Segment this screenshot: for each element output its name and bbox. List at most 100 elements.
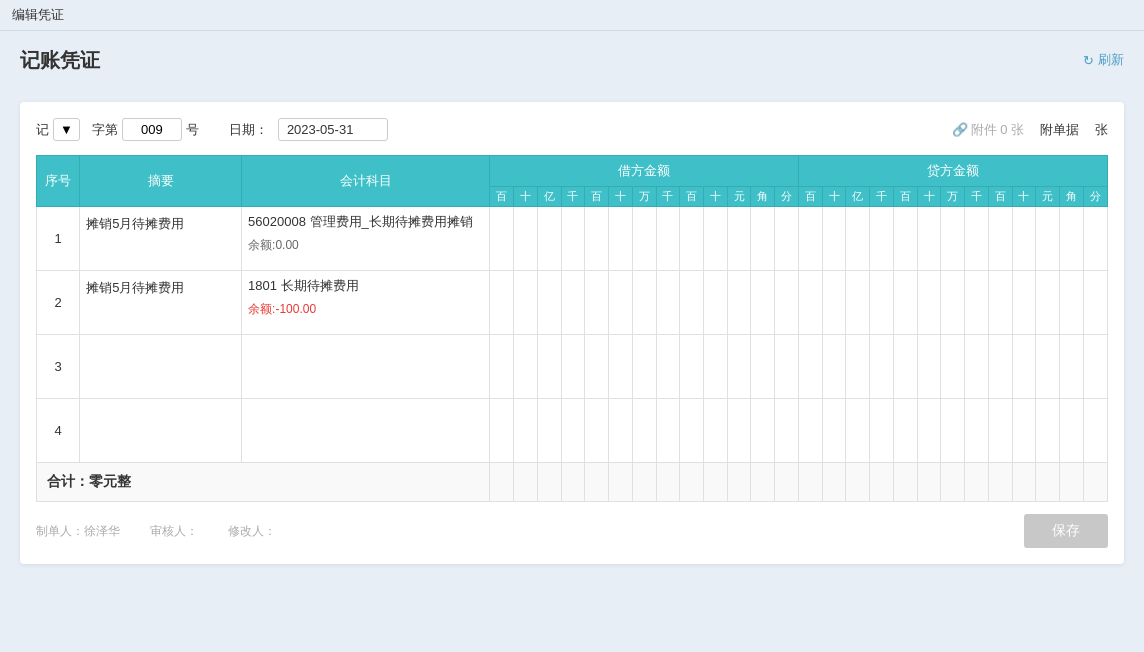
credit-cell[interactable]	[917, 335, 941, 399]
debit-cell[interactable]	[727, 335, 751, 399]
debit-cell[interactable]	[490, 207, 514, 271]
credit-cell[interactable]	[799, 207, 823, 271]
debit-cell[interactable]	[632, 335, 656, 399]
credit-cell[interactable]	[1012, 271, 1036, 335]
debit-cell[interactable]	[561, 207, 585, 271]
debit-cell[interactable]	[632, 271, 656, 335]
credit-cell[interactable]	[893, 399, 917, 463]
fudanju-btn[interactable]: 附单据	[1040, 121, 1079, 139]
debit-cell[interactable]	[751, 207, 775, 271]
debit-cell[interactable]	[751, 399, 775, 463]
credit-cell[interactable]	[1083, 271, 1107, 335]
debit-cell[interactable]	[632, 207, 656, 271]
debit-cell[interactable]	[775, 335, 799, 399]
attachment-link[interactable]: 🔗 附件 0 张	[952, 121, 1024, 139]
debit-cell[interactable]	[680, 399, 704, 463]
voucher-number-input[interactable]	[122, 118, 182, 141]
credit-cell[interactable]	[893, 207, 917, 271]
credit-cell[interactable]	[822, 335, 846, 399]
credit-cell[interactable]	[941, 271, 965, 335]
credit-cell[interactable]	[846, 335, 870, 399]
debit-cell[interactable]	[514, 271, 538, 335]
credit-cell[interactable]	[1012, 207, 1036, 271]
row-summary[interactable]	[80, 399, 242, 463]
credit-cell[interactable]	[799, 271, 823, 335]
credit-cell[interactable]	[941, 207, 965, 271]
debit-cell[interactable]	[656, 399, 680, 463]
credit-cell[interactable]	[1036, 399, 1060, 463]
row-summary[interactable]: 摊销5月待摊费用	[80, 271, 242, 335]
credit-cell[interactable]	[988, 271, 1012, 335]
debit-cell[interactable]	[680, 271, 704, 335]
credit-cell[interactable]	[1083, 335, 1107, 399]
debit-cell[interactable]	[537, 399, 561, 463]
credit-cell[interactable]	[870, 399, 894, 463]
credit-cell[interactable]	[917, 207, 941, 271]
credit-cell[interactable]	[1060, 271, 1084, 335]
credit-cell[interactable]	[941, 399, 965, 463]
credit-cell[interactable]	[1036, 207, 1060, 271]
debit-cell[interactable]	[727, 271, 751, 335]
row-summary[interactable]	[80, 335, 242, 399]
row-account[interactable]: 1801 长期待摊费用余额:-100.00	[242, 271, 490, 335]
debit-cell[interactable]	[609, 399, 633, 463]
debit-cell[interactable]	[537, 335, 561, 399]
debit-cell[interactable]	[775, 271, 799, 335]
debit-cell[interactable]	[561, 399, 585, 463]
credit-cell[interactable]	[941, 335, 965, 399]
debit-cell[interactable]	[537, 207, 561, 271]
credit-cell[interactable]	[1012, 399, 1036, 463]
table-row[interactable]: 2摊销5月待摊费用1801 长期待摊费用余额:-100.00	[37, 271, 1108, 335]
credit-cell[interactable]	[1036, 271, 1060, 335]
credit-cell[interactable]	[1060, 207, 1084, 271]
debit-cell[interactable]	[514, 207, 538, 271]
debit-cell[interactable]	[751, 271, 775, 335]
debit-cell[interactable]	[727, 207, 751, 271]
credit-cell[interactable]	[1012, 335, 1036, 399]
row-summary[interactable]: 摊销5月待摊费用	[80, 207, 242, 271]
type-dropdown[interactable]: ▼	[53, 118, 80, 141]
credit-cell[interactable]	[1083, 399, 1107, 463]
debit-cell[interactable]	[561, 271, 585, 335]
credit-cell[interactable]	[822, 271, 846, 335]
debit-cell[interactable]	[561, 335, 585, 399]
debit-cell[interactable]	[609, 207, 633, 271]
credit-cell[interactable]	[799, 335, 823, 399]
debit-cell[interactable]	[656, 271, 680, 335]
debit-cell[interactable]	[656, 335, 680, 399]
save-button[interactable]: 保存	[1024, 514, 1108, 548]
row-account[interactable]: 56020008 管理费用_长期待摊费用摊销余额:0.00	[242, 207, 490, 271]
credit-cell[interactable]	[988, 335, 1012, 399]
credit-cell[interactable]	[846, 399, 870, 463]
debit-cell[interactable]	[609, 335, 633, 399]
debit-cell[interactable]	[703, 335, 727, 399]
credit-cell[interactable]	[965, 399, 989, 463]
credit-cell[interactable]	[870, 335, 894, 399]
debit-cell[interactable]	[703, 207, 727, 271]
debit-cell[interactable]	[537, 271, 561, 335]
debit-cell[interactable]	[585, 335, 609, 399]
debit-cell[interactable]	[656, 207, 680, 271]
debit-cell[interactable]	[609, 271, 633, 335]
credit-cell[interactable]	[870, 271, 894, 335]
credit-cell[interactable]	[1060, 335, 1084, 399]
credit-cell[interactable]	[965, 207, 989, 271]
debit-cell[interactable]	[751, 335, 775, 399]
credit-cell[interactable]	[846, 207, 870, 271]
row-account[interactable]	[242, 335, 490, 399]
credit-cell[interactable]	[870, 207, 894, 271]
credit-cell[interactable]	[822, 207, 846, 271]
debit-cell[interactable]	[585, 399, 609, 463]
credit-cell[interactable]	[1060, 399, 1084, 463]
credit-cell[interactable]	[1036, 335, 1060, 399]
credit-cell[interactable]	[799, 399, 823, 463]
credit-cell[interactable]	[965, 271, 989, 335]
credit-cell[interactable]	[917, 399, 941, 463]
debit-cell[interactable]	[775, 399, 799, 463]
refresh-button[interactable]: ↻ 刷新	[1083, 47, 1124, 69]
debit-cell[interactable]	[775, 207, 799, 271]
debit-cell[interactable]	[490, 335, 514, 399]
credit-cell[interactable]	[917, 271, 941, 335]
credit-cell[interactable]	[846, 271, 870, 335]
debit-cell[interactable]	[490, 399, 514, 463]
